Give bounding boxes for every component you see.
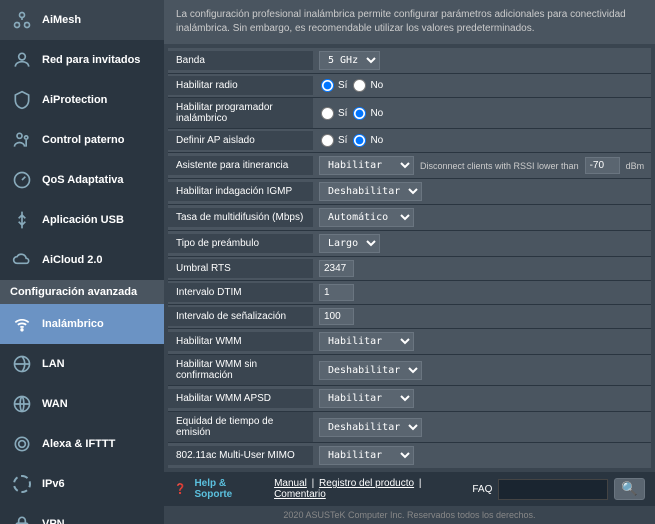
label-wmmnoack: Habilitar WMM sin confirmación <box>168 355 313 385</box>
radio-enable-no[interactable] <box>353 79 366 92</box>
label-mumimo: 802.11ac Multi-User MIMO <box>168 446 313 465</box>
nav-label: AiMesh <box>42 14 81 26</box>
link-product[interactable]: Registro del producto <box>319 478 414 489</box>
label-roaming: Asistente para itinerancia <box>168 156 313 175</box>
vpn-icon <box>10 512 34 524</box>
label-beacon: Intervalo de señalización <box>168 307 313 326</box>
cloud-icon <box>10 248 34 272</box>
select-preamble[interactable]: Largo <box>319 234 380 253</box>
ipv6-icon <box>10 472 34 496</box>
form-area: Banda5 GHz Habilitar radioSíNo Habilitar… <box>168 48 651 468</box>
radio-apiso-yes[interactable] <box>321 134 334 147</box>
nav-guest[interactable]: Red para invitados <box>0 40 164 80</box>
select-wmmapsd[interactable]: Habilitar <box>319 389 414 408</box>
nav-parental[interactable]: Control paterno <box>0 120 164 160</box>
radio-sched-no[interactable] <box>353 107 366 120</box>
label-sched: Habilitar programador inalámbrico <box>168 98 313 128</box>
intro-text: La configuración profesional inalámbrica… <box>164 0 655 44</box>
select-igmp[interactable]: Deshabilitar <box>319 182 422 201</box>
nav-label: VPN <box>42 518 65 524</box>
nav-label: Inalámbrico <box>42 318 104 330</box>
link-manual[interactable]: Manual <box>274 478 307 489</box>
advanced-header: Configuración avanzada <box>0 280 164 304</box>
select-mumimo[interactable]: Habilitar <box>319 446 414 465</box>
nav-label: Alexa & IFTTT <box>42 438 115 450</box>
globe-icon <box>10 392 34 416</box>
voice-icon <box>10 432 34 456</box>
shield-icon <box>10 88 34 112</box>
label-wmmapsd: Habilitar WMM APSD <box>168 389 313 408</box>
search-input[interactable] <box>498 479 608 500</box>
select-mcast[interactable]: Automático <box>319 208 414 227</box>
label-dtim: Intervalo DTIM <box>168 283 313 302</box>
roaming-helper: Disconnect clients with RSSI lower than <box>420 161 579 171</box>
nav-label: IPv6 <box>42 478 65 490</box>
nav-wireless[interactable]: Inalámbrico <box>0 304 164 344</box>
footer-links: Manual | Registro del producto | Comenta… <box>272 478 472 500</box>
lan-icon <box>10 352 34 376</box>
nav-label: Red para invitados <box>42 54 140 66</box>
label-radio: Habilitar radio <box>168 76 313 95</box>
nav-ipv6[interactable]: IPv6 <box>0 464 164 504</box>
radio-apiso-no[interactable] <box>353 134 366 147</box>
nav-aiprotection[interactable]: AiProtection <box>0 80 164 120</box>
search-button[interactable]: 🔍 <box>614 478 645 500</box>
label-band: Banda <box>168 51 313 70</box>
help-icon: ❓ <box>174 484 186 495</box>
nav-wan[interactable]: WAN <box>0 384 164 424</box>
link-comment[interactable]: Comentario <box>274 489 326 500</box>
family-icon <box>10 128 34 152</box>
nav-aicloud[interactable]: AiCloud 2.0 <box>0 240 164 280</box>
main-panel: La configuración profesional inalámbrica… <box>164 0 655 524</box>
guest-icon <box>10 48 34 72</box>
nav-label: Control paterno <box>42 134 125 146</box>
input-rssi[interactable] <box>585 157 620 174</box>
nav-alexa[interactable]: Alexa & IFTTT <box>0 424 164 464</box>
label-apiso: Definir AP aislado <box>168 131 313 150</box>
nav-label: AiCloud 2.0 <box>42 254 103 266</box>
rssi-unit: dBm <box>626 161 645 171</box>
mesh-icon <box>10 8 34 32</box>
radio-sched-yes[interactable] <box>321 107 334 120</box>
select-band[interactable]: 5 GHz <box>319 51 380 70</box>
label-preamble: Tipo de preámbulo <box>168 234 313 253</box>
nav-label: LAN <box>42 358 65 370</box>
nav-usb[interactable]: Aplicación USB <box>0 200 164 240</box>
input-beacon[interactable] <box>319 308 354 325</box>
nav-label: AiProtection <box>42 94 107 106</box>
usb-icon <box>10 208 34 232</box>
label-rts: Umbral RTS <box>168 259 313 278</box>
nav-qos[interactable]: QoS Adaptativa <box>0 160 164 200</box>
nav-vpn[interactable]: VPN <box>0 504 164 524</box>
radio-enable-yes[interactable] <box>321 79 334 92</box>
wifi-icon <box>10 312 34 336</box>
input-rts[interactable] <box>319 260 354 277</box>
label-igmp: Habilitar indagación IGMP <box>168 182 313 201</box>
input-dtim[interactable] <box>319 284 354 301</box>
label-wmm: Habilitar WMM <box>168 332 313 351</box>
sidebar: AiMesh Red para invitados AiProtection C… <box>0 0 164 524</box>
nav-label: Aplicación USB <box>42 214 124 226</box>
select-wmmnoack[interactable]: Deshabilitar <box>319 361 422 380</box>
select-roaming[interactable]: Habilitar <box>319 156 414 175</box>
select-wmm[interactable]: Habilitar <box>319 332 414 351</box>
nav-label: WAN <box>42 398 68 410</box>
footer: ❓ Help & Soporte Manual | Registro del p… <box>164 472 655 506</box>
nav-aimesh[interactable]: AiMesh <box>0 0 164 40</box>
nav-lan[interactable]: LAN <box>0 344 164 384</box>
help-link[interactable]: Help & Soporte <box>194 478 264 500</box>
copyright: 2020 ASUSTeK Computer Inc. Reservados to… <box>164 506 655 524</box>
nav-label: QoS Adaptativa <box>42 174 124 186</box>
faq-label: FAQ <box>472 484 492 495</box>
gauge-icon <box>10 168 34 192</box>
select-airtime[interactable]: Deshabilitar <box>319 418 422 437</box>
label-mcast: Tasa de multidifusión (Mbps) <box>168 208 313 227</box>
label-airtime: Equidad de tiempo de emisión <box>168 412 313 442</box>
